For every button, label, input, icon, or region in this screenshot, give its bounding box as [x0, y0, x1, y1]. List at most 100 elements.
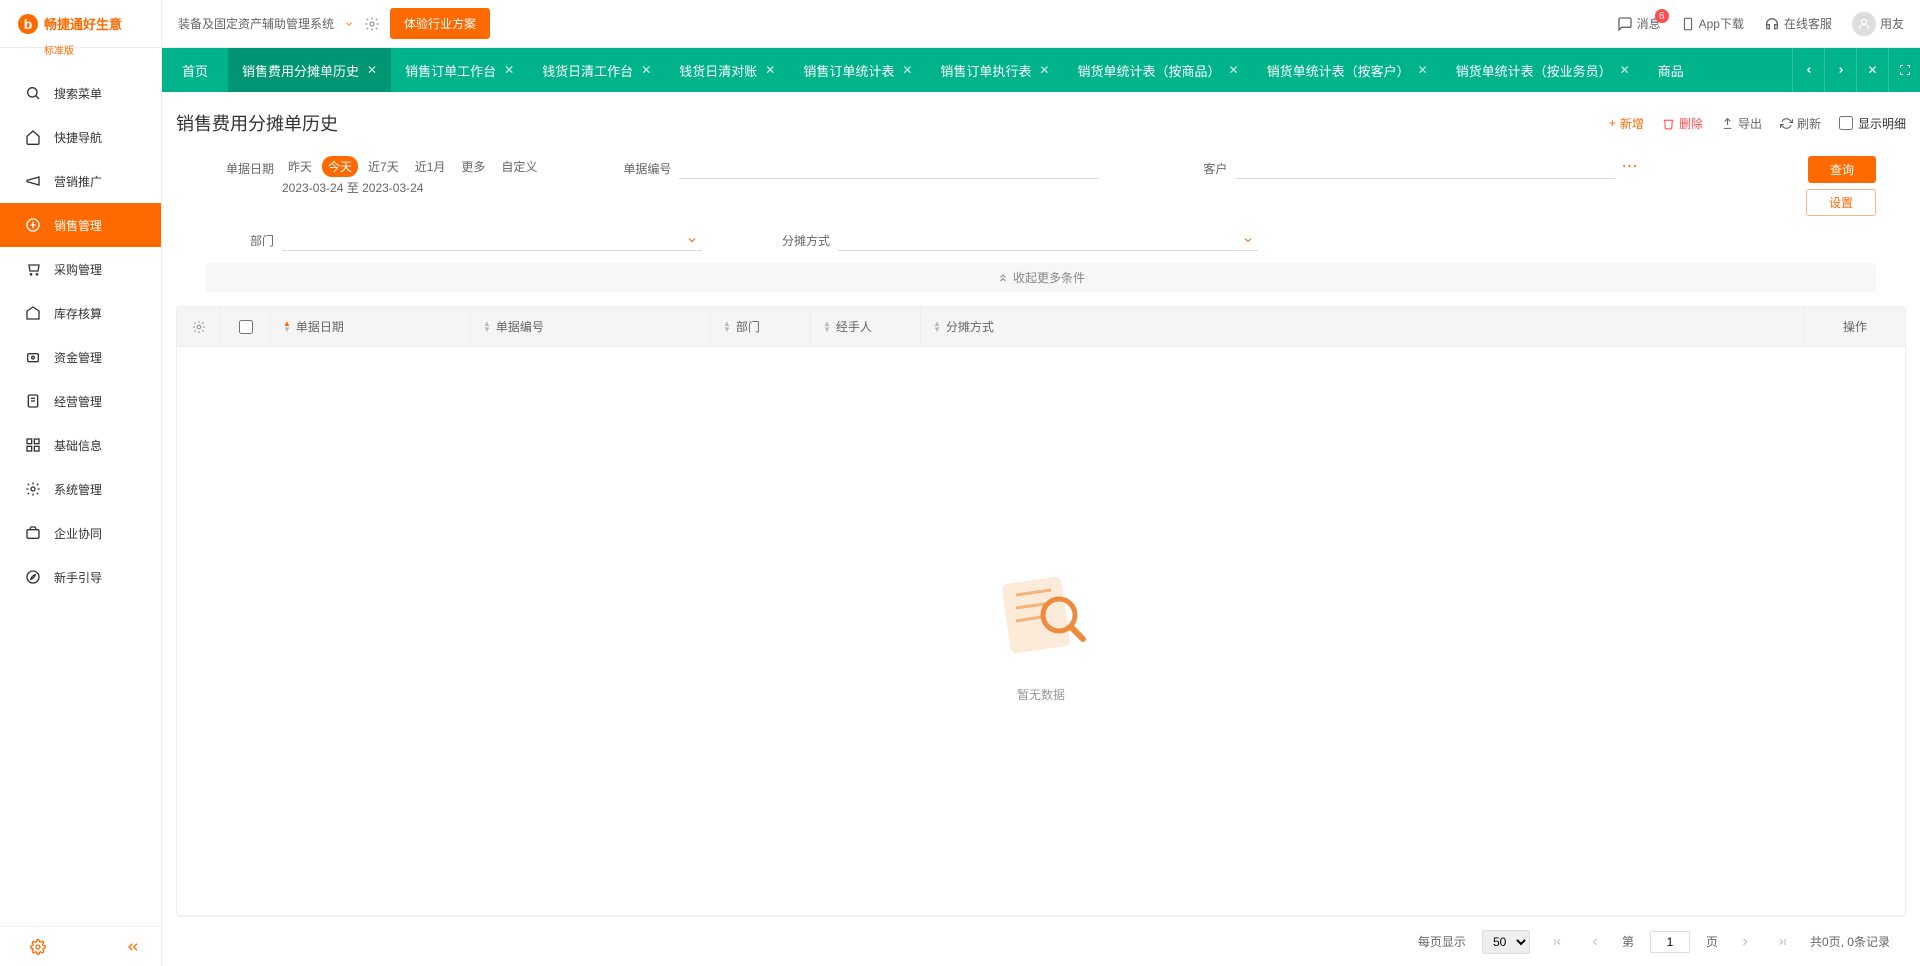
- system-settings-icon[interactable]: [364, 16, 380, 32]
- sidebar-item-inventory[interactable]: 库存核算: [0, 291, 161, 335]
- sidebar-item-marketing[interactable]: 营销推广: [0, 159, 161, 203]
- close-icon[interactable]: ✕: [765, 63, 775, 77]
- sidebar-item-search[interactable]: 搜索菜单: [0, 71, 161, 115]
- collapse-up-icon: [997, 272, 1009, 284]
- show-detail-checkbox[interactable]: [1839, 116, 1853, 130]
- filter-label-customer: 客户: [1159, 156, 1235, 177]
- tab-home[interactable]: 首页: [162, 48, 228, 92]
- th-label: 操作: [1843, 318, 1867, 335]
- tab-item-7[interactable]: 销货单统计表（按客户）✕: [1253, 48, 1442, 92]
- sidebar-footer: [0, 926, 161, 966]
- page-input[interactable]: [1650, 931, 1690, 953]
- close-icon[interactable]: ✕: [641, 63, 651, 77]
- money-icon: [24, 348, 42, 366]
- sort-icon: ▲▼: [723, 321, 731, 333]
- tab-item-4[interactable]: 销售订单统计表 ✕: [789, 48, 926, 92]
- filter-settings-button[interactable]: 设置: [1806, 189, 1876, 216]
- sidebar-item-collab[interactable]: 企业协同: [0, 511, 161, 555]
- th-no[interactable]: ▲▼单据编号: [471, 307, 711, 346]
- tab-item-8[interactable]: 销货单统计表（按业务员）✕: [1442, 48, 1644, 92]
- page-first-button[interactable]: [1546, 931, 1568, 953]
- brand-logo[interactable]: b 畅捷通好生意: [0, 0, 161, 48]
- message-icon: [1617, 16, 1633, 32]
- tab-item-0[interactable]: 销售费用分摊单历史✕: [228, 48, 391, 92]
- date-opt-yesterday[interactable]: 昨天: [282, 156, 318, 177]
- select-all-checkbox-cell[interactable]: [221, 307, 271, 346]
- collapse-filters-button[interactable]: 收起更多条件: [206, 263, 1876, 292]
- sidebar-item-label: 库存核算: [54, 305, 102, 322]
- export-button[interactable]: 导出: [1721, 115, 1762, 132]
- tab-item-1[interactable]: 销售订单工作台✕: [391, 48, 528, 92]
- sidebar-item-sales[interactable]: 销售管理: [0, 203, 161, 247]
- sidebar-item-operation[interactable]: 经营管理: [0, 379, 161, 423]
- settings-icon[interactable]: [30, 939, 46, 955]
- close-icon[interactable]: ✕: [1620, 63, 1630, 77]
- sidebar-item-label: 销售管理: [54, 217, 102, 234]
- refresh-button[interactable]: 刷新: [1780, 115, 1821, 132]
- per-page-label: 每页显示: [1418, 933, 1466, 950]
- tab-item-2[interactable]: 钱货日清工作台✕: [528, 48, 665, 92]
- date-opt-more[interactable]: 更多: [455, 156, 491, 177]
- tab-item-9[interactable]: 商品: [1644, 48, 1698, 92]
- date-opt-1m[interactable]: 近1月: [409, 156, 452, 177]
- column-settings-button[interactable]: [177, 307, 221, 346]
- sidebar-item-system[interactable]: 系统管理: [0, 467, 161, 511]
- tabs-scroll-right[interactable]: [1824, 48, 1856, 92]
- close-icon[interactable]: ✕: [504, 63, 514, 77]
- show-detail-toggle[interactable]: 显示明细: [1839, 115, 1906, 132]
- customer-picker-icon[interactable]: ⋯: [1615, 156, 1645, 176]
- sidebar-item-label: 新手引导: [54, 569, 102, 586]
- close-icon[interactable]: ✕: [1229, 63, 1239, 77]
- tab-item-3[interactable]: 钱货日清对账✕: [665, 48, 789, 92]
- close-icon[interactable]: ✕: [902, 63, 912, 77]
- page-next-button[interactable]: [1734, 931, 1756, 953]
- add-button[interactable]: +新增: [1609, 115, 1644, 132]
- delete-button[interactable]: 删除: [1662, 115, 1703, 132]
- sidebar-item-basedata[interactable]: 基础信息: [0, 423, 161, 467]
- system-selector[interactable]: 装备及固定资产辅助管理系统: [178, 15, 354, 32]
- sidebar-item-label: 资金管理: [54, 349, 102, 366]
- tab-label: 销售订单统计表: [803, 61, 894, 80]
- doc-no-input[interactable]: [679, 156, 1099, 179]
- th-handler[interactable]: ▲▼经手人: [811, 307, 921, 346]
- date-opt-today[interactable]: 今天: [322, 156, 358, 177]
- dept-select[interactable]: [282, 228, 702, 251]
- action-label: 刷新: [1797, 115, 1821, 132]
- sidebar-item-finance[interactable]: 资金管理: [0, 335, 161, 379]
- sidebar-item-guide[interactable]: 新手引导: [0, 555, 161, 599]
- tabs-close-all[interactable]: ✕: [1856, 48, 1888, 92]
- online-service-button[interactable]: 在线客服: [1764, 15, 1832, 32]
- query-button[interactable]: 查询: [1808, 156, 1876, 183]
- tabs-scroll-left[interactable]: [1792, 48, 1824, 92]
- empty-state: 暂无数据: [177, 347, 1905, 915]
- date-opt-7d[interactable]: 近7天: [362, 156, 405, 177]
- customer-input[interactable]: [1235, 156, 1615, 179]
- select-all-checkbox[interactable]: [239, 320, 253, 334]
- sidebar-item-purchase[interactable]: 采购管理: [0, 247, 161, 291]
- th-date[interactable]: ▲▼单据日期: [271, 307, 471, 346]
- page-prev-button[interactable]: [1584, 931, 1606, 953]
- tab-item-5[interactable]: 销售订单执行表✕: [926, 48, 1063, 92]
- th-alloc[interactable]: ▲▼分摊方式: [921, 307, 1805, 346]
- page-last-button[interactable]: [1772, 931, 1794, 953]
- page-summary: 共0页, 0条记录: [1810, 933, 1890, 950]
- tab-item-6[interactable]: 销货单统计表（按商品）✕: [1063, 48, 1252, 92]
- close-icon[interactable]: ✕: [1418, 63, 1428, 77]
- try-plan-button[interactable]: 体验行业方案: [390, 8, 490, 39]
- sidebar-item-label: 营销推广: [54, 173, 102, 190]
- close-icon[interactable]: ✕: [1039, 63, 1049, 77]
- sidebar-item-quicknav[interactable]: 快捷导航: [0, 115, 161, 159]
- date-opt-custom[interactable]: 自定义: [495, 156, 543, 177]
- tabs-fullscreen[interactable]: [1888, 48, 1920, 92]
- filter-label-date: 单据日期: [206, 156, 282, 177]
- close-icon[interactable]: ✕: [367, 63, 377, 77]
- collapse-sidebar-icon[interactable]: [125, 939, 141, 955]
- messages-button[interactable]: 消息 6: [1617, 15, 1661, 32]
- th-dept[interactable]: ▲▼部门: [711, 307, 811, 346]
- user-menu[interactable]: 用友: [1852, 12, 1904, 36]
- refresh-icon: [1780, 117, 1793, 130]
- compass-icon: [24, 568, 42, 586]
- app-download-button[interactable]: App下载: [1681, 15, 1744, 32]
- per-page-select[interactable]: 50: [1482, 930, 1530, 954]
- alloc-select[interactable]: [838, 228, 1258, 251]
